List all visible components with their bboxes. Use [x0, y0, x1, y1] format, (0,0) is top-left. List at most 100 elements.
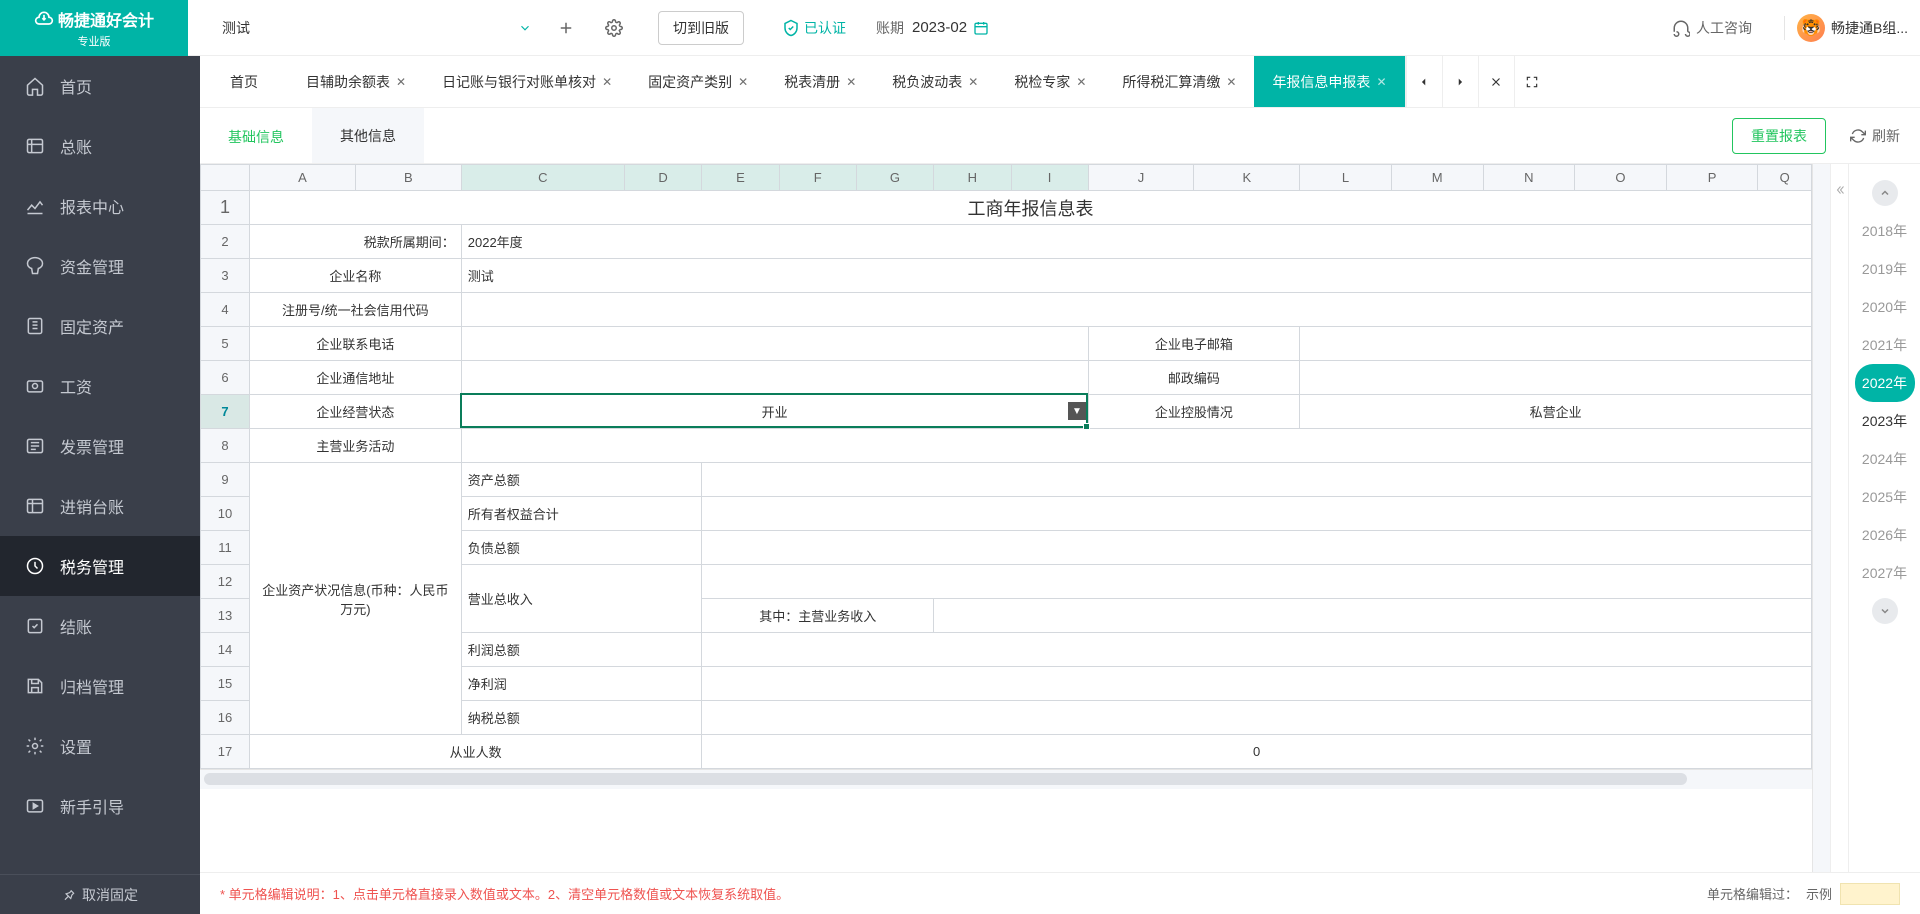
row-11[interactable]: 11	[201, 531, 250, 565]
col-Q[interactable]: Q	[1758, 165, 1812, 191]
user-menu[interactable]: 🐯 畅捷通B组...	[1797, 14, 1908, 42]
tab-close-icon[interactable]: ✕	[968, 75, 978, 89]
sidebar-item-11[interactable]: 设置	[0, 716, 200, 776]
activity-value[interactable]	[461, 429, 1811, 463]
period-value[interactable]: 2022年度	[461, 225, 1811, 259]
tab-close-icon[interactable]: ✕	[1076, 75, 1086, 89]
address-value[interactable]	[461, 361, 1088, 395]
sidebar-item-6[interactable]: 发票管理	[0, 416, 200, 476]
company-selector[interactable]: 测试	[212, 10, 542, 46]
asset-val-12[interactable]	[702, 565, 1812, 599]
refresh-button[interactable]: 刷新	[1850, 126, 1900, 146]
tab-3[interactable]: 税表清册✕	[766, 56, 874, 107]
col-O[interactable]: O	[1575, 165, 1667, 191]
row-12[interactable]: 12	[201, 565, 250, 599]
subtab-0[interactable]: 基础信息	[200, 108, 312, 163]
col-F[interactable]: F	[779, 165, 856, 191]
asset-val-14[interactable]	[702, 633, 1812, 667]
col-C[interactable]: C	[461, 165, 624, 191]
add-icon[interactable]	[548, 10, 584, 46]
year-2018年[interactable]: 2018年	[1855, 212, 1915, 250]
row-9[interactable]: 9	[201, 463, 250, 497]
tab-close-icon[interactable]: ✕	[738, 75, 748, 89]
col-E[interactable]: E	[702, 165, 779, 191]
tab-close-icon[interactable]: ✕	[396, 75, 406, 89]
col-K[interactable]: K	[1194, 165, 1300, 191]
year-rail-collapse[interactable]	[1830, 164, 1848, 872]
sidebar-item-0[interactable]: 首页	[0, 56, 200, 116]
asset-val-9[interactable]	[702, 463, 1812, 497]
row-5[interactable]: 5	[201, 327, 250, 361]
row-7[interactable]: 7	[201, 395, 250, 429]
year-2020年[interactable]: 2020年	[1855, 288, 1915, 326]
subtab-1[interactable]: 其他信息	[312, 108, 424, 163]
year-2024年[interactable]: 2024年	[1855, 440, 1915, 478]
col-D[interactable]: D	[624, 165, 701, 191]
holding-value[interactable]: 私营企业	[1300, 395, 1812, 429]
year-down-button[interactable]	[1872, 598, 1898, 624]
year-2027年[interactable]: 2027年	[1855, 554, 1915, 592]
sidebar-item-10[interactable]: 归档管理	[0, 656, 200, 716]
col-I[interactable]: I	[1011, 165, 1088, 191]
sidebar-item-1[interactable]: 总账	[0, 116, 200, 176]
row-15[interactable]: 15	[201, 667, 250, 701]
row-6[interactable]: 6	[201, 361, 250, 395]
consult-button[interactable]: 人工咨询	[1672, 18, 1752, 38]
switch-old-button[interactable]: 切到旧版	[658, 11, 744, 45]
col-G[interactable]: G	[856, 165, 933, 191]
reset-report-button[interactable]: 重置报表	[1732, 118, 1826, 154]
tabs-fullscreen-button[interactable]	[1514, 56, 1550, 107]
row-4[interactable]: 4	[201, 293, 250, 327]
year-up-button[interactable]	[1872, 180, 1898, 206]
vertical-scrollbar[interactable]	[1812, 164, 1830, 872]
col-B[interactable]: B	[355, 165, 461, 191]
tab-close-icon[interactable]: ✕	[1226, 75, 1236, 89]
tab-2[interactable]: 固定资产类别✕	[630, 56, 766, 107]
postcode-value[interactable]	[1300, 361, 1812, 395]
unpin-button[interactable]: 取消固定	[0, 874, 200, 914]
year-2022年[interactable]: 2022年	[1855, 364, 1915, 402]
tab-home[interactable]: 首页	[200, 56, 288, 107]
tab-close-icon[interactable]: ✕	[602, 75, 612, 89]
tab-close-icon[interactable]: ✕	[846, 75, 856, 89]
row-1[interactable]: 1	[201, 191, 250, 225]
spreadsheet[interactable]: ABCDEFGHIJKLMNOPQ1工商年报信息表2税款所属期间：2022年度3…	[200, 164, 1812, 872]
row-13[interactable]: 13	[201, 599, 250, 633]
calendar-icon[interactable]	[973, 20, 989, 36]
bizstatus-value[interactable]: 开业	[461, 395, 1088, 429]
tab-1[interactable]: 日记账与银行对账单核对✕	[424, 56, 630, 107]
col-P[interactable]: P	[1666, 165, 1758, 191]
select-all[interactable]	[201, 165, 250, 191]
tab-close-icon[interactable]: ✕	[1376, 75, 1386, 89]
dropdown-arrow-icon[interactable]: ▼	[1068, 402, 1086, 420]
col-J[interactable]: J	[1088, 165, 1194, 191]
tab-0[interactable]: 目辅助余额表✕	[288, 56, 424, 107]
col-L[interactable]: L	[1300, 165, 1392, 191]
company-value[interactable]: 测试	[461, 259, 1811, 293]
sidebar-item-4[interactable]: 固定资产	[0, 296, 200, 356]
horizontal-scrollbar[interactable]	[200, 769, 1812, 789]
year-2019年[interactable]: 2019年	[1855, 250, 1915, 288]
col-N[interactable]: N	[1483, 165, 1575, 191]
year-2021年[interactable]: 2021年	[1855, 326, 1915, 364]
col-M[interactable]: M	[1391, 165, 1483, 191]
sidebar-item-2[interactable]: 报表中心	[0, 176, 200, 236]
year-2025年[interactable]: 2025年	[1855, 478, 1915, 516]
asset-val-11[interactable]	[702, 531, 1812, 565]
sidebar-item-8[interactable]: 税务管理	[0, 536, 200, 596]
email-value[interactable]	[1300, 327, 1812, 361]
year-2026年[interactable]: 2026年	[1855, 516, 1915, 554]
tab-6[interactable]: 所得税汇算清缴✕	[1104, 56, 1254, 107]
gear-icon[interactable]	[596, 10, 632, 46]
asset-val-15[interactable]	[702, 667, 1812, 701]
asset-val-10[interactable]	[702, 497, 1812, 531]
phone-value[interactable]	[461, 327, 1088, 361]
row-16[interactable]: 16	[201, 701, 250, 735]
tab-5[interactable]: 税检专家✕	[996, 56, 1104, 107]
year-2023年[interactable]: 2023年	[1855, 402, 1915, 440]
row-3[interactable]: 3	[201, 259, 250, 293]
col-A[interactable]: A	[249, 165, 355, 191]
row-17[interactable]: 17	[201, 735, 250, 769]
tabs-next-button[interactable]	[1442, 56, 1478, 107]
col-H[interactable]: H	[934, 165, 1011, 191]
